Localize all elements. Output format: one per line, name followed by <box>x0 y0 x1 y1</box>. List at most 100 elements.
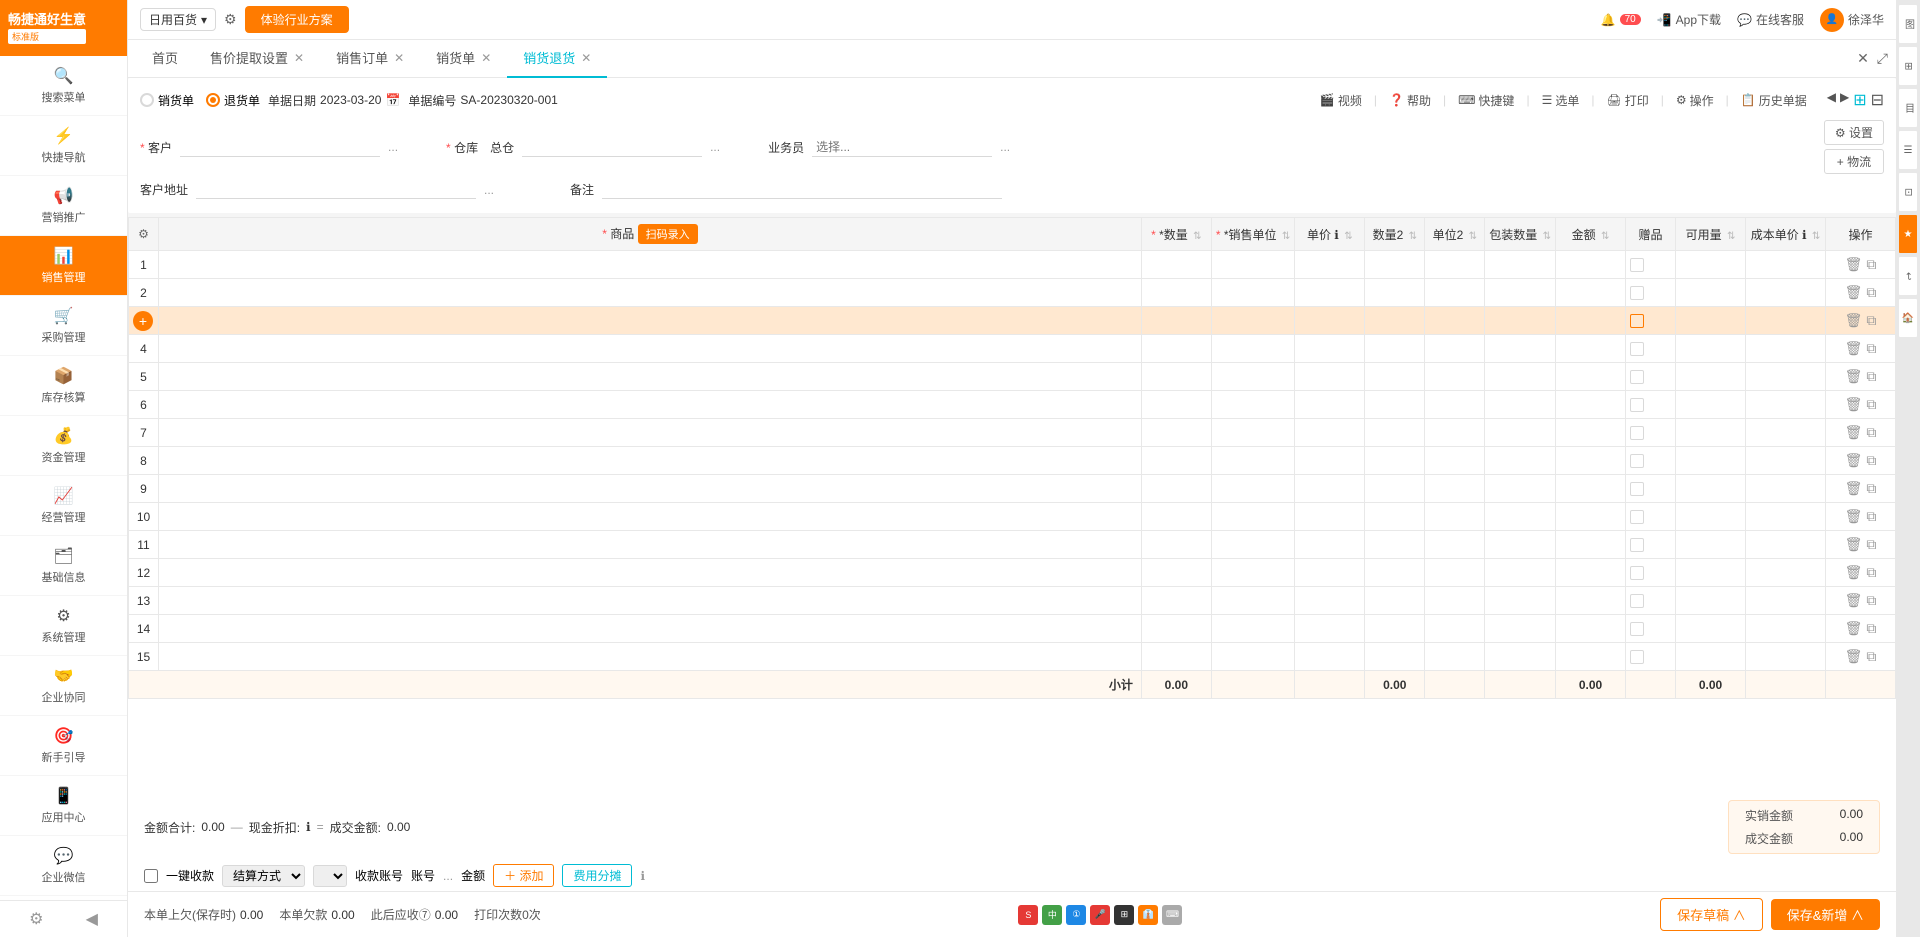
save-draft-btn[interactable]: 保存草稿 ∧ <box>1660 898 1763 931</box>
delete-row-1[interactable]: 🗑 <box>1845 256 1863 273</box>
sidebar-item-wechat[interactable]: 💬 企业微信 <box>0 836 127 896</box>
gift-checkbox-14[interactable] <box>1630 622 1644 636</box>
tab-close-order[interactable]: ✕ <box>394 51 404 65</box>
calendar-icon[interactable]: 📅 <box>385 93 400 107</box>
sidebar-item-app-center[interactable]: 📱 应用中心 <box>0 776 127 836</box>
address-dots[interactable]: ... <box>484 183 494 197</box>
delete-row-5[interactable]: 🗑 <box>1845 368 1863 385</box>
staff-input[interactable] <box>812 138 992 157</box>
copy-row-3[interactable]: ⧉ <box>1866 312 1876 329</box>
copy-row-8[interactable]: ⧉ <box>1866 452 1876 469</box>
gift-checkbox-13[interactable] <box>1630 594 1644 608</box>
sidebar-item-search[interactable]: 🔍 搜索菜单 <box>0 56 127 116</box>
toolbar-help[interactable]: ❓ 帮助 <box>1389 92 1431 109</box>
toolbar-history[interactable]: 📋 历史单据 <box>1741 92 1807 109</box>
sidebar-item-shortcut[interactable]: ⚡ 快捷导航 <box>0 116 127 176</box>
save-new-btn[interactable]: 保存&新增 ∧ <box>1771 899 1880 930</box>
delete-row-2[interactable]: 🗑 <box>1845 284 1863 301</box>
restore-tab-btn[interactable]: ⤢ <box>1877 50 1888 67</box>
discount-info-icon[interactable]: ℹ <box>306 820 311 834</box>
remark-input[interactable] <box>602 180 1002 199</box>
delete-row-7[interactable]: 🗑 <box>1845 424 1863 441</box>
collapse-btn[interactable]: ◀ <box>86 909 98 929</box>
sidebar-item-operations[interactable]: 📈 经营管理 <box>0 476 127 536</box>
tab-sales-return[interactable]: 销货退货 ✕ <box>507 40 607 78</box>
add-payment-btn[interactable]: ＋ 添加 <box>493 864 554 887</box>
customer-dots[interactable]: ... <box>388 140 398 154</box>
one-key-pay-checkbox[interactable] <box>144 869 158 883</box>
app-download-btn[interactable]: 📲 App下载 <box>1657 11 1721 28</box>
right-sidebar-btn-7[interactable]: ↩ <box>1898 256 1918 296</box>
copy-row-4[interactable]: ⧉ <box>1866 340 1876 357</box>
sidebar-item-system[interactable]: ⚙ 系统管理 <box>0 596 127 656</box>
list-view-btn[interactable]: ⊞ <box>1853 90 1866 110</box>
tab-sales-order[interactable]: 销售订单 ✕ <box>320 40 420 78</box>
logistics-btn[interactable]: + 物流 <box>1824 149 1884 174</box>
copy-row-1[interactable]: ⧉ <box>1866 256 1876 273</box>
copy-row-12[interactable]: ⧉ <box>1866 564 1876 581</box>
gift-checkbox-5[interactable] <box>1630 370 1644 384</box>
delete-row-4[interactable]: 🗑 <box>1845 340 1863 357</box>
sort-unit-icon[interactable]: ⇅ <box>1282 231 1290 242</box>
right-sidebar-btn-8[interactable]: 🏠 <box>1898 298 1918 338</box>
gift-checkbox-2[interactable] <box>1630 286 1644 300</box>
copy-row-7[interactable]: ⧉ <box>1866 424 1876 441</box>
sidebar-item-finance[interactable]: 💰 资金管理 <box>0 416 127 476</box>
radio-sales[interactable]: 销货单 <box>140 92 194 109</box>
delete-row-11[interactable]: 🗑 <box>1845 536 1863 553</box>
gift-checkbox-9[interactable] <box>1630 482 1644 496</box>
daily-store-select[interactable]: 日用百货 ▾ <box>140 8 216 31</box>
scan-btn[interactable]: 扫码录入 <box>638 224 698 244</box>
copy-row-15[interactable]: ⧉ <box>1866 648 1876 665</box>
close-tab-btn[interactable]: ✕ <box>1857 50 1869 67</box>
tab-price-setting[interactable]: 售价提取设置 ✕ <box>194 40 320 78</box>
th-gear[interactable]: ⚙ <box>129 218 159 251</box>
grid-view-btn[interactable]: ⊟ <box>1871 90 1884 110</box>
gift-checkbox-11[interactable] <box>1630 538 1644 552</box>
settlement-select[interactable]: 结算方式 <box>222 865 305 887</box>
copy-row-2[interactable]: ⧉ <box>1866 284 1876 301</box>
prev-record-btn[interactable]: ◀ <box>1827 90 1836 110</box>
warehouse-dots[interactable]: ... <box>710 140 720 154</box>
warehouse-input[interactable] <box>522 138 702 157</box>
gift-checkbox-10[interactable] <box>1630 510 1644 524</box>
gift-checkbox-4[interactable] <box>1630 342 1644 356</box>
gift-checkbox-15[interactable] <box>1630 650 1644 664</box>
tab-home[interactable]: 首页 <box>136 40 194 78</box>
customer-input[interactable] <box>180 138 380 157</box>
staff-dots[interactable]: ... <box>1000 140 1010 154</box>
account-dots[interactable]: ... <box>443 869 453 883</box>
radio-return[interactable]: 退货单 <box>206 92 260 109</box>
sidebar-item-purchase[interactable]: 🛒 采购管理 <box>0 296 127 356</box>
tab-close-price[interactable]: ✕ <box>294 51 304 65</box>
sidebar-item-newbie[interactable]: 🎯 新手引导 <box>0 716 127 776</box>
print-count[interactable]: 打印次数0次 <box>474 906 541 923</box>
settings-btn[interactable]: ⚙ 设置 <box>1824 120 1884 145</box>
delete-row-8[interactable]: 🗑 <box>1845 452 1863 469</box>
toolbar-ops[interactable]: ⚙ 操作 <box>1676 92 1714 109</box>
copy-row-14[interactable]: ⧉ <box>1866 620 1876 637</box>
copy-row-9[interactable]: ⧉ <box>1866 480 1876 497</box>
delete-row-6[interactable]: 🗑 <box>1845 396 1863 413</box>
toolbar-shortcuts[interactable]: ⌨ 快捷键 <box>1458 92 1514 109</box>
right-sidebar-btn-1[interactable]: 图 <box>1898 4 1918 44</box>
topbar-gear-btn[interactable]: ⚙ <box>224 11 237 28</box>
copy-row-13[interactable]: ⧉ <box>1866 592 1876 609</box>
user-avatar[interactable]: 👤 徐泽华 <box>1820 8 1884 32</box>
sort-price-icon[interactable]: ⇅ <box>1344 231 1352 242</box>
gift-checkbox-8[interactable] <box>1630 454 1644 468</box>
delete-row-10[interactable]: 🗑 <box>1845 508 1863 525</box>
sidebar-item-marketing[interactable]: 📢 营销推广 <box>0 176 127 236</box>
sidebar-item-sales[interactable]: 📊 销售管理 <box>0 236 127 296</box>
delete-row-9[interactable]: 🗑 <box>1845 480 1863 497</box>
gift-checkbox-6[interactable] <box>1630 398 1644 412</box>
delete-row-14[interactable]: 🗑 <box>1845 620 1863 637</box>
online-service-btn[interactable]: 💬 在线客服 <box>1737 11 1804 28</box>
gift-checkbox-1[interactable] <box>1630 258 1644 272</box>
gift-checkbox-7[interactable] <box>1630 426 1644 440</box>
next-record-btn[interactable]: ▶ <box>1840 90 1849 110</box>
right-sidebar-btn-6[interactable]: ★ <box>1898 214 1918 254</box>
copy-row-6[interactable]: ⧉ <box>1866 396 1876 413</box>
copy-row-11[interactable]: ⧉ <box>1866 536 1876 553</box>
right-sidebar-btn-2[interactable]: ⊞ <box>1898 46 1918 86</box>
